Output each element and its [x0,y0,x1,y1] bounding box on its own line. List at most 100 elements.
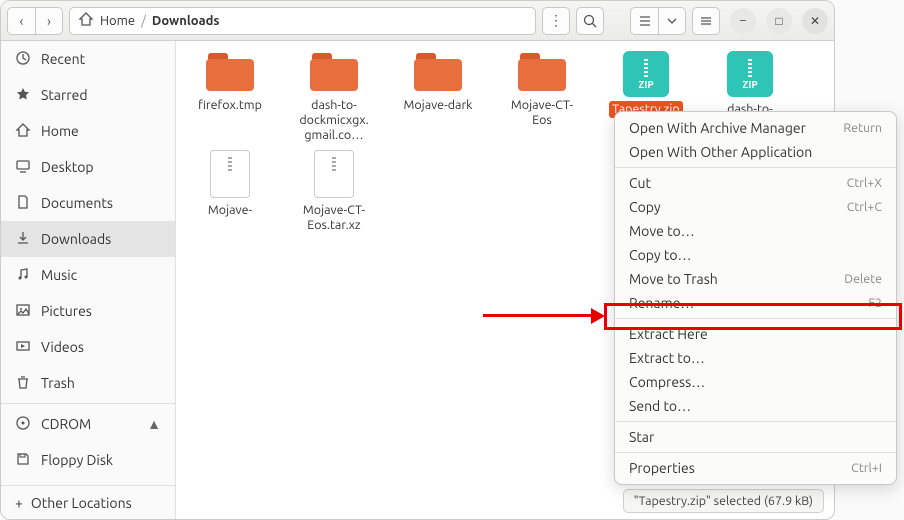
breadcrumb-current[interactable]: Downloads [152,14,220,28]
sidebar-item-desktop[interactable]: Desktop [1,149,175,185]
context-menu-label: Rename… [629,295,694,311]
file-label: Mojave-dark [400,97,475,114]
video-icon [15,338,31,357]
sidebar-item-music[interactable]: Music [1,257,175,293]
sidebar-item-label: Videos [41,339,84,355]
breadcrumb-separator: / [141,14,146,28]
sidebar-item-label: Recent [41,51,85,67]
context-menu: Open With Archive ManagerReturnOpen With… [614,111,897,485]
sidebar-item-label: Home [41,123,79,139]
context-menu-extract-to[interactable]: Extract to… [615,346,896,370]
context-menu-rename[interactable]: Rename… F2 [615,291,896,315]
titlebar: ‹ › Home / Downloads ⋮ – □ [1,1,834,41]
sidebar-item-documents[interactable]: Documents [1,185,175,221]
breadcrumb-home[interactable]: Home [100,14,135,28]
context-menu-accelerator: Ctrl+C [847,200,882,214]
home-icon [15,122,31,141]
zip-icon: ZIP [623,51,669,97]
file-item[interactable]: Mojave-CT-Eos [502,51,582,144]
app-menu-button[interactable] [692,7,720,35]
context-menu-star[interactable]: Star [615,425,896,449]
sidebar-item-label: Floppy Disk [41,452,113,468]
close-button[interactable]: ✕ [802,8,828,34]
context-menu-send-to[interactable]: Send to… [615,394,896,418]
sidebar-item-videos[interactable]: Videos [1,329,175,365]
other-locations[interactable]: + Other Locations [1,485,175,519]
sidebar-item-recent[interactable]: Recent [1,41,175,77]
context-menu-accelerator: F2 [868,296,882,310]
status-bar: "Tapestry.zip" selected (67.9 kB) [623,489,824,513]
file-label: dash-to-dockmicxgx.gmail.co… [294,97,374,144]
maximize-button[interactable]: □ [766,8,792,34]
disc-icon [15,415,31,434]
list-view-button[interactable] [630,7,658,35]
search-button[interactable] [576,7,604,35]
context-menu-accelerator: Ctrl+X [847,176,882,190]
context-menu-label: Star [629,429,654,445]
archive-icon [210,150,250,198]
floppy-icon [15,451,31,470]
context-menu-copy[interactable]: CopyCtrl+C [615,195,896,219]
file-item[interactable]: firefox.tmp [190,51,270,144]
music-icon [15,266,31,285]
context-menu-label: Extract Here [629,326,708,342]
context-menu-cut[interactable]: CutCtrl+X [615,171,896,195]
context-menu-copy-to[interactable]: Copy to… [615,243,896,267]
breadcrumb[interactable]: Home / Downloads [69,7,536,35]
sidebar-item-label: Trash [41,375,75,391]
context-menu-compress[interactable]: Compress… [615,370,896,394]
star-icon [15,86,31,105]
minimize-button[interactable]: – [730,8,756,34]
forward-button[interactable]: › [35,7,63,35]
file-label: Mojave- [205,202,255,219]
clock-icon [15,50,31,69]
context-menu-label: Move to Trash [629,271,718,287]
sidebar-item-downloads[interactable]: Downloads [1,221,175,257]
context-menu-separator [615,318,896,319]
file-item[interactable]: dash-to-dockmicxgx.gmail.co… [294,51,374,144]
plus-icon: + [15,495,23,511]
context-menu-separator [615,421,896,422]
context-menu-separator [615,452,896,453]
sidebar-item-trash[interactable]: Trash [1,365,175,401]
context-menu-label: Move to… [629,223,695,239]
sidebar-item-label: Downloads [41,231,111,247]
nav-group: ‹ › [7,7,63,35]
context-menu-extract-here[interactable]: Extract Here [615,322,896,346]
context-menu-open-with-archive-manager[interactable]: Open With Archive Manager Return [615,116,896,140]
context-menu-label: Open With Archive Manager [629,120,806,136]
context-menu-open-with-other-application[interactable]: Open With Other Application [615,140,896,164]
other-locations-label: Other Locations [31,495,132,511]
context-menu-move-to-trash[interactable]: Move to TrashDelete [615,267,896,291]
context-menu-label: Open With Other Application [629,144,812,160]
sidebar-item-label: CDROM [41,416,91,432]
file-item[interactable]: Mojave- [190,150,270,234]
context-menu-label: Extract to… [629,350,705,366]
sidebar: Recent Starred Home Desktop Documents Downloa… [1,41,176,519]
file-item[interactable]: Mojave-dark [398,51,478,144]
sidebar-item-cdrom[interactable]: CDROM ▲ [1,406,175,442]
context-menu-move-to[interactable]: Move to… [615,219,896,243]
context-menu-properties[interactable]: PropertiesCtrl+I [615,456,896,480]
eject-icon[interactable]: ▲ [147,416,161,432]
archive-icon [314,150,354,198]
folder-icon [412,51,464,93]
sidebar-item-label: Pictures [41,303,92,319]
status-text: "Tapestry.zip" selected (67.9 kB) [634,494,813,508]
view-dropdown-button[interactable] [658,7,686,35]
sidebar-item-home[interactable]: Home [1,113,175,149]
back-button[interactable]: ‹ [7,7,35,35]
file-label: Mojave-CT-Eos.tar.xz [294,202,374,234]
sidebar-item-label: Music [41,267,77,283]
picture-icon [15,302,31,321]
sidebar-item-pictures[interactable]: Pictures [1,293,175,329]
sidebar-item-label: Documents [41,195,113,211]
file-item[interactable]: Mojave-CT-Eos.tar.xz [294,150,374,234]
hamburger-menu-button[interactable]: ⋮ [542,7,570,35]
doc-icon [15,194,31,213]
sidebar-item-floppy-disk[interactable]: Floppy Disk [1,442,175,478]
sidebar-item-starred[interactable]: Starred [1,77,175,113]
folder-icon [204,51,256,93]
context-menu-label: Compress… [629,374,705,390]
context-menu-accelerator: Return [843,121,882,135]
